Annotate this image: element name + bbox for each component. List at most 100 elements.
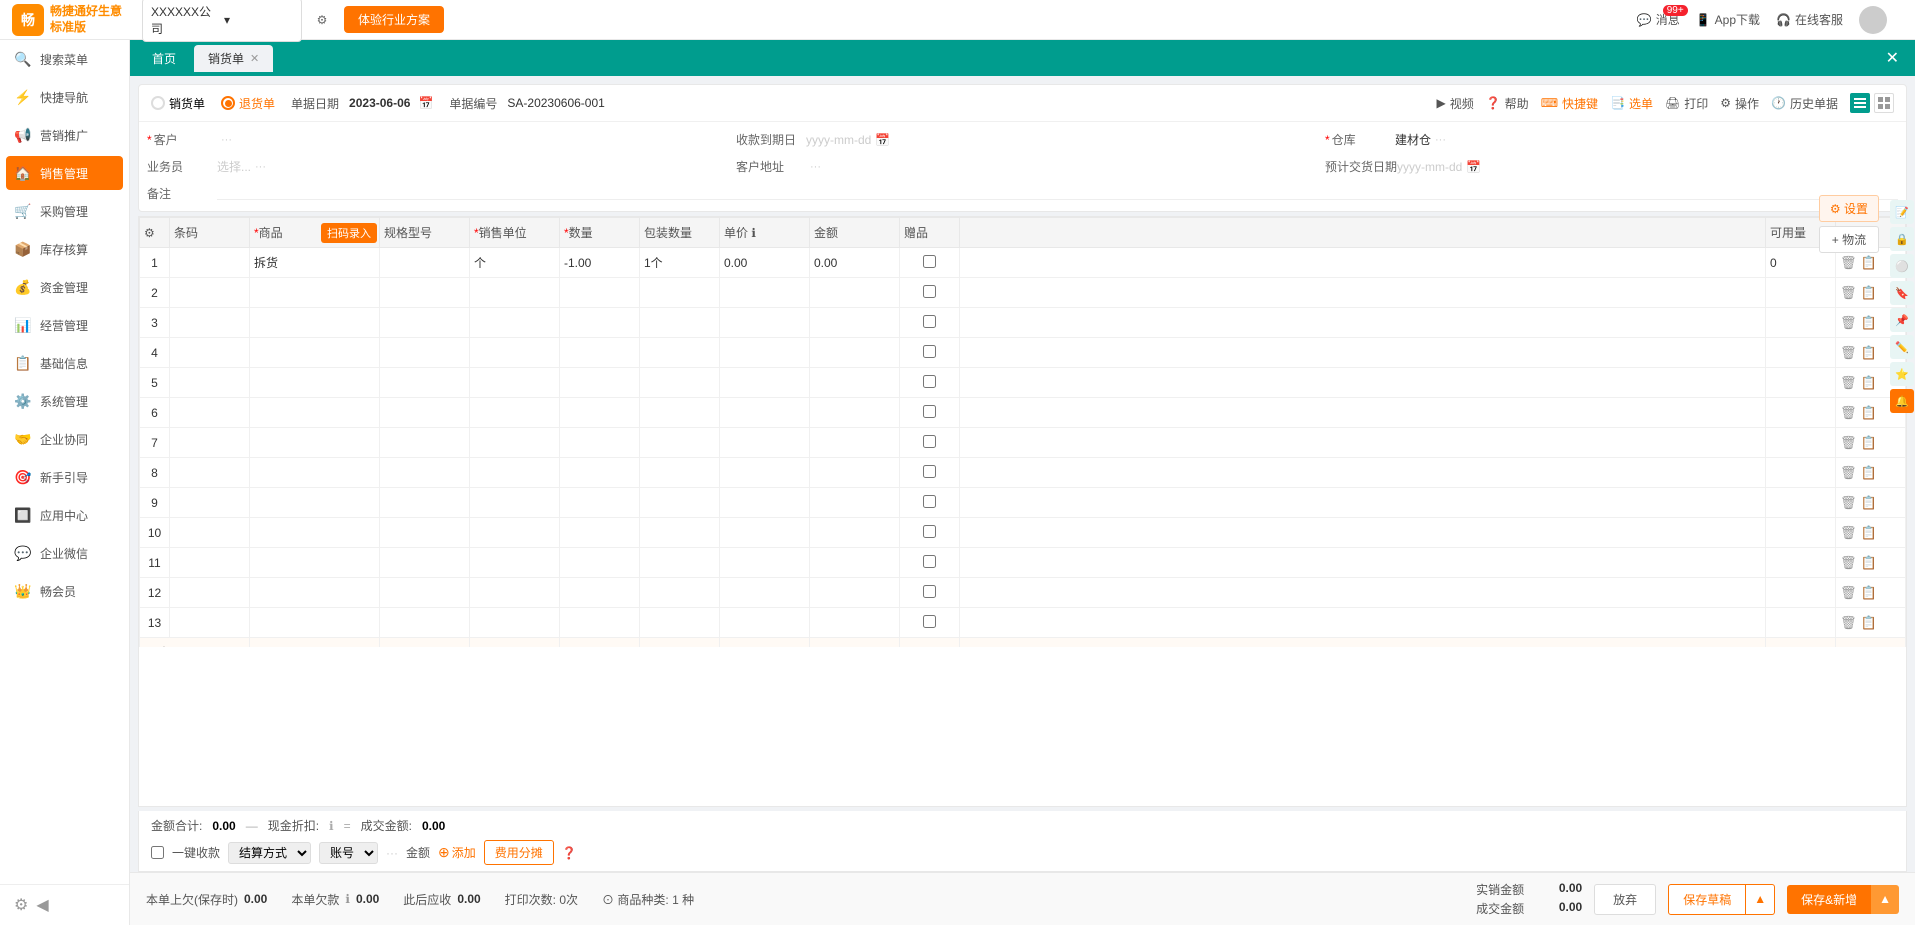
copy-icon[interactable]: 📋 [1861, 615, 1877, 631]
help-circle-icon[interactable]: ℹ [329, 819, 334, 833]
delete-icon[interactable]: 🗑 [1840, 405, 1857, 421]
sidebar-item-wechat[interactable]: 💬 企业微信 [0, 534, 129, 572]
view-grid-icon[interactable] [1874, 93, 1894, 113]
panel-btn-4[interactable]: 🔖 [1890, 281, 1914, 305]
copy-icon[interactable]: 📋 [1861, 435, 1877, 451]
operation-btn[interactable]: ⚙ 操作 [1720, 95, 1759, 112]
copy-icon[interactable]: 📋 [1861, 405, 1877, 421]
avatar[interactable] [1859, 6, 1887, 34]
sidebar-item-quick-nav[interactable]: ⚡ 快捷导航 [0, 78, 129, 116]
app-download-btn[interactable]: 📱 App下载 [1696, 11, 1760, 28]
window-close-btn[interactable]: ✕ [1886, 48, 1899, 68]
addr-dots[interactable]: ··· [810, 161, 821, 173]
sidebar-item-sales[interactable]: 🏠 销售管理 [6, 156, 123, 190]
settings-icon[interactable]: ⚙ [308, 6, 336, 34]
copy-icon[interactable]: 📋 [1861, 525, 1877, 541]
sidebar-item-enterprise[interactable]: 🤝 企业协同 [0, 420, 129, 458]
settlement-method-select[interactable]: 结算方式 [228, 842, 311, 864]
save-new-arrow-btn[interactable]: ▲ [1871, 885, 1899, 914]
save-draft-arrow-btn[interactable]: ▲ [1746, 884, 1775, 915]
sidebar-item-search[interactable]: 🔍 搜索菜单 [0, 40, 129, 78]
discard-btn[interactable]: 放弃 [1594, 884, 1656, 915]
shortcut-btn[interactable]: ⌨ 快捷键 [1541, 95, 1598, 112]
account-select[interactable]: 账号 [319, 842, 378, 864]
expected-cal-icon[interactable]: 📅 [1466, 160, 1481, 174]
message-btn[interactable]: 💬 消息 99+ [1637, 11, 1680, 28]
expense-help-icon[interactable]: ❓ [562, 846, 577, 860]
sidebar-item-purchase[interactable]: 🛒 采购管理 [0, 192, 129, 230]
copy-icon[interactable]: 📋 [1861, 495, 1877, 511]
panel-btn-6[interactable]: ✏️ [1890, 335, 1914, 359]
unit-price-1[interactable]: 0.00 [720, 248, 810, 278]
gift-1[interactable] [900, 248, 960, 278]
view-list-icon[interactable] [1850, 93, 1870, 113]
delete-icon[interactable]: 🗑 [1840, 435, 1857, 451]
remark-input[interactable] [217, 185, 1898, 200]
pkg-qty-1[interactable]: 1个 [640, 248, 720, 278]
sidebar-item-marketing[interactable]: 📢 营销推广 [0, 116, 129, 154]
remark-value[interactable] [217, 185, 1898, 202]
sidebar-item-appstore[interactable]: 🔲 应用中心 [0, 496, 129, 534]
experience-btn[interactable]: 体验行业方案 [344, 6, 444, 33]
delete-icon[interactable]: 🗑 [1840, 465, 1857, 481]
table-scroll[interactable]: ⚙ 条码 *商品 扫码录入 规格型号 *销售单位 *数量 包装数量 单价 ℹ 金… [139, 217, 1906, 647]
choose-btn[interactable]: 📑 选单 [1610, 95, 1653, 112]
delete-icon[interactable]: 🗑 [1840, 525, 1857, 541]
video-btn[interactable]: ▶ 视频 [1436, 95, 1473, 112]
delete-icon[interactable]: 🗑 [1840, 615, 1857, 631]
spec-1[interactable] [380, 248, 470, 278]
sidebar-item-operation[interactable]: 📊 经营管理 [0, 306, 129, 344]
panel-btn-7[interactable]: ⭐ [1890, 362, 1914, 386]
calendar-icon[interactable]: 📅 [418, 96, 433, 110]
radio-sales[interactable]: 销货单 [151, 95, 205, 112]
copy-icon[interactable]: 📋 [1861, 555, 1877, 571]
sidebar-item-guide[interactable]: 🎯 新手引导 [0, 458, 129, 496]
help-btn[interactable]: ❓ 帮助 [1486, 95, 1529, 112]
salesperson-dots[interactable]: ··· [255, 161, 266, 173]
unit-1[interactable]: 个 [470, 248, 560, 278]
copy-icon[interactable]: 📋 [1861, 285, 1877, 301]
delete-icon-1[interactable]: 🗑 [1840, 255, 1857, 271]
amount-1[interactable]: 0.00 [810, 248, 900, 278]
sidebar-item-basic[interactable]: 📋 基础信息 [0, 344, 129, 382]
expense-btn[interactable]: 费用分摊 [484, 840, 554, 865]
settings-btn[interactable]: ⚙ 设置 [1819, 195, 1879, 222]
delete-icon[interactable]: 🗑 [1840, 375, 1857, 391]
sidebar-item-finance[interactable]: 💰 资金管理 [0, 268, 129, 306]
amount-dots[interactable]: ··· [386, 846, 398, 860]
customer-dots[interactable]: ··· [221, 134, 232, 146]
tab-sales-order[interactable]: 销货单 ✕ [194, 45, 273, 72]
product-1[interactable]: 拆货 [250, 248, 380, 278]
delete-icon[interactable]: 🗑 [1840, 345, 1857, 361]
delete-icon[interactable]: 🗑 [1840, 555, 1857, 571]
copy-icon[interactable]: 📋 [1861, 315, 1877, 331]
copy-icon-1[interactable]: 📋 [1861, 255, 1877, 271]
tab-home[interactable]: 首页 [138, 45, 190, 72]
copy-icon[interactable]: 📋 [1861, 345, 1877, 361]
save-draft-btn[interactable]: 保存草稿 [1668, 884, 1746, 915]
add-btn[interactable]: ⊕ 添加 [438, 844, 476, 861]
quantity-1[interactable]: -1.00 [560, 248, 640, 278]
tab-close-icon[interactable]: ✕ [250, 52, 259, 65]
payment-cal-icon[interactable]: 📅 [875, 133, 890, 147]
history-btn[interactable]: 🕐 历史单据 [1771, 95, 1838, 112]
barcode-1[interactable] [170, 248, 250, 278]
warehouse-dots[interactable]: ··· [1435, 134, 1446, 146]
online-service-btn[interactable]: 🎧 在线客服 [1776, 11, 1843, 28]
company-selector[interactable]: XXXXXX公司 ▾ [142, 0, 302, 42]
delete-icon[interactable]: 🗑 [1840, 585, 1857, 601]
sidebar-item-member[interactable]: 👑 畅会员 [0, 572, 129, 610]
one-click-checkbox[interactable] [151, 846, 164, 859]
logistics-btn[interactable]: + 物流 [1819, 226, 1879, 253]
delete-icon[interactable]: 🗑 [1840, 315, 1857, 331]
sidebar-collapse-icon[interactable]: ◀ [36, 895, 48, 915]
scan-btn[interactable]: 扫码录入 [321, 223, 377, 243]
panel-btn-2[interactable]: 🔒 [1890, 227, 1914, 251]
copy-icon[interactable]: 📋 [1861, 465, 1877, 481]
copy-icon[interactable]: 📋 [1861, 375, 1877, 391]
total-debt-help-icon[interactable]: ℹ [345, 892, 350, 906]
panel-btn-5[interactable]: 📌 [1890, 308, 1914, 332]
panel-btn-1[interactable]: 📝 [1890, 200, 1914, 224]
sidebar-settings-icon[interactable]: ⚙ [14, 895, 28, 915]
print-btn[interactable]: 🖨 打印 [1665, 95, 1708, 112]
